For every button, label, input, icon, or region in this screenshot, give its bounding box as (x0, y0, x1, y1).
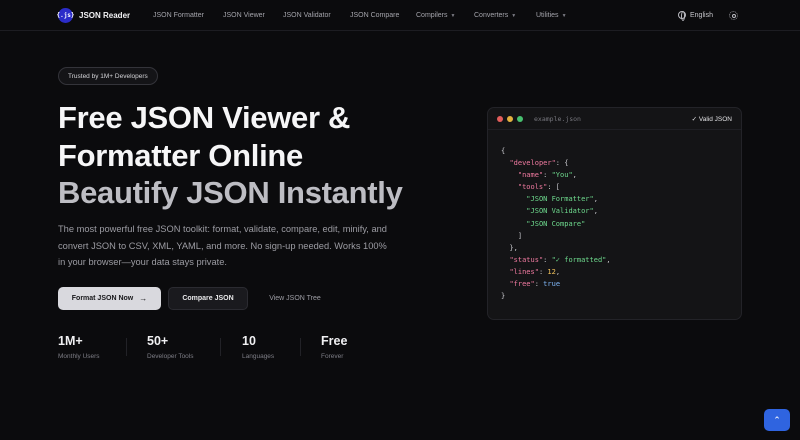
hero-description: The most powerful free JSON toolkit: for… (58, 224, 387, 267)
stat-languages: 10 Languages (242, 334, 274, 360)
window-maximize-dot (517, 116, 523, 122)
stat-price: Free Forever (321, 334, 347, 360)
code-string: "JSON Formatter" (526, 195, 594, 204)
stat-label: Developer Tools (147, 353, 194, 360)
trust-badge: Trusted by 1M+ Developers (58, 67, 158, 85)
view-json-tree-link[interactable]: View JSON Tree (257, 287, 333, 310)
code-string: "✓ formatted" (551, 255, 607, 264)
code-brace: } (501, 292, 506, 301)
chevrons-up-icon: ⌃​ (773, 414, 781, 425)
hero-title-line-3: Beautify JSON Instantly (58, 175, 403, 210)
stat-label: Forever (321, 353, 344, 360)
stat-label: Languages (242, 353, 275, 360)
stat-value: Free (321, 334, 348, 348)
window-close-dot (497, 116, 503, 122)
code-key: "status" (509, 255, 544, 264)
stat-divider (220, 338, 221, 356)
theme-toggle-button[interactable] (729, 11, 738, 20)
code-filename: example.json (534, 115, 581, 123)
code-key: "developer" (509, 159, 556, 168)
stat-value: 50+ (147, 334, 169, 348)
nav-dropdown-converters[interactable]: Converters ▼ (474, 12, 516, 19)
code-string: "JSON Validator" (526, 207, 594, 216)
stat-users: 1M+ Monthly Users (58, 334, 100, 360)
nav-dropdown-label: Compilers (416, 12, 448, 19)
scroll-to-top-button[interactable]: ⌃​ (764, 409, 790, 431)
logo-icon: {.js} (56, 8, 75, 23)
language-selector[interactable]: English (678, 11, 713, 21)
hero-title-line-2: Formatter Online (58, 138, 303, 173)
nav-link-json-validator[interactable]: JSON Validator (283, 12, 331, 19)
json-code-block: { "developer": { "name": "You", "tools":… (501, 147, 611, 301)
stat-value: 1M+ (58, 334, 83, 348)
compare-json-button[interactable]: Compare JSON (168, 287, 248, 310)
stat-divider (300, 338, 301, 356)
brand-link[interactable]: {.js} JSON Reader (56, 8, 131, 23)
code-key: "lines" (509, 267, 539, 276)
nav-link-json-compare[interactable]: JSON Compare (350, 12, 399, 19)
arrow-right-icon: → (139, 294, 148, 303)
stat-value: 10 (242, 334, 256, 348)
window-minimize-dot (507, 116, 513, 122)
top-navbar: {.js} JSON Reader JSON Formatter JSON Vi… (0, 0, 800, 31)
globe-icon (678, 11, 686, 21)
nav-link-json-viewer[interactable]: JSON Viewer (223, 12, 265, 19)
code-brace: { (501, 147, 506, 155)
valid-json-status: ✓ Valid JSON (691, 116, 732, 123)
sun-icon (729, 11, 738, 20)
json-preview-card: example.json ✓ Valid JSON { "developer":… (487, 107, 742, 320)
nav-dropdown-label: Converters (474, 12, 509, 19)
code-key: "tools" (517, 183, 548, 192)
language-label: English (690, 11, 713, 19)
chevron-down-icon: ▼ (450, 12, 456, 19)
format-json-button-label: Format JSON Now (71, 295, 134, 302)
stat-divider (126, 338, 127, 356)
code-number: 12 (547, 267, 556, 276)
code-string: "JSON Compare" (526, 219, 586, 228)
code-window-header: example.json ✓ Valid JSON (488, 108, 741, 130)
code-string: "You" (551, 171, 573, 180)
nav-link-json-formatter[interactable]: JSON Formatter (153, 12, 204, 19)
nav-dropdown-compilers[interactable]: Compilers ▼ (416, 12, 455, 19)
chevron-down-icon: ▼ (561, 12, 567, 19)
hero-title-line-1: Free JSON Viewer & (58, 100, 351, 135)
brand-name: JSON Reader (79, 11, 131, 20)
code-key: "free" (509, 280, 535, 289)
format-json-button[interactable]: Format JSON Now → (58, 287, 161, 310)
stat-tools: 50+ Developer Tools (147, 334, 194, 360)
code-boolean: true (543, 280, 561, 289)
chevron-down-icon: ▼ (511, 12, 517, 19)
stat-label: Monthly Users (58, 353, 100, 360)
nav-dropdown-label: Utilities (536, 12, 559, 19)
code-key: "name" (517, 171, 544, 180)
nav-dropdown-utilities[interactable]: Utilities ▼ (536, 12, 567, 19)
